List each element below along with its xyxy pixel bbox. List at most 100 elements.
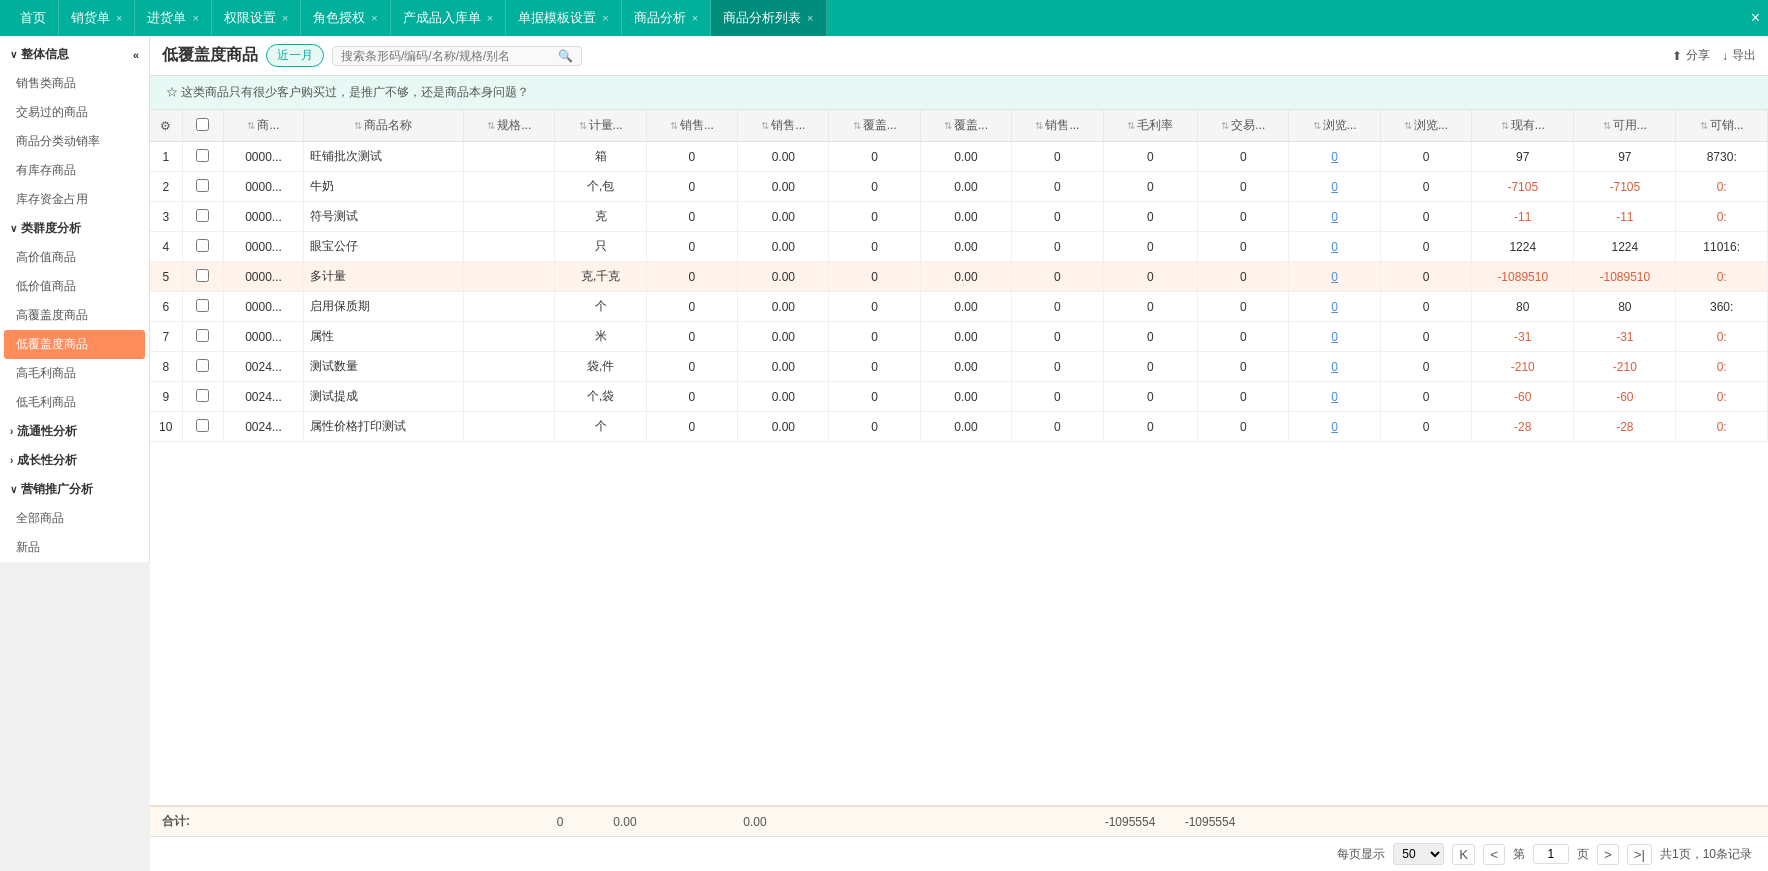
coverage2-column-header[interactable]: ⇅覆盖... [920,110,1011,142]
unit-column-header[interactable]: ⇅计量... [555,110,646,142]
search-icon[interactable]: 🔍 [558,49,573,63]
close-roles-icon[interactable]: × [371,12,377,24]
browse2-column-header[interactable]: ⇅浏览... [1380,110,1471,142]
row-gross-margin: 0 [1103,322,1198,352]
sidebar-item-low-value[interactable]: 低价值商品 [0,272,149,301]
row-checkbox[interactable] [182,232,224,262]
row-checkbox[interactable] [182,262,224,292]
saleable-column-header[interactable]: ⇅可销... [1676,110,1768,142]
row-coverage2: 0.00 [920,262,1011,292]
nav-tab-finished-goods[interactable]: 产成品入库单 × [391,0,506,36]
row-coverage2: 0.00 [920,352,1011,382]
row-checkbox[interactable] [182,412,224,442]
current-stock-column-header[interactable]: ⇅现有... [1472,110,1574,142]
row-browse1[interactable]: 0 [1289,382,1380,412]
sidebar-item-sales-goods[interactable]: 销售类商品 [0,69,149,98]
row-checkbox[interactable] [182,172,224,202]
sidebar-item-low-margin[interactable]: 低毛利商品 [0,388,149,417]
row-browse1[interactable]: 0 [1289,352,1380,382]
nav-tab-analysis[interactable]: 商品分析 × [622,0,711,36]
row-browse1[interactable]: 0 [1289,322,1380,352]
close-analysis-icon[interactable]: × [692,12,698,24]
search-input[interactable] [341,49,558,63]
row-browse1[interactable]: 0 [1289,412,1380,442]
close-analysis-list-icon[interactable]: × [807,12,813,24]
page-size-select[interactable]: 50 100 200 [1393,843,1444,865]
sales-qty-column-header[interactable]: ⇅销售... [646,110,737,142]
prev-page-button[interactable]: < [1483,844,1505,865]
sales3-column-header[interactable]: ⇅销售... [1012,110,1103,142]
nav-tab-home[interactable]: 首页 [8,0,59,36]
page-number-input[interactable] [1533,844,1569,864]
name-column-header[interactable]: ⇅商品名称 [303,110,463,142]
row-saleable: 0: [1676,352,1768,382]
data-table-container[interactable]: ⚙ ⇅商... ⇅商品名称 ⇅规格... ⇅计量... ⇅销售... ⇅销售..… [150,110,1768,805]
nav-tab-template[interactable]: 单据模板设置 × [506,0,621,36]
close-template-icon[interactable]: × [602,12,608,24]
last-page-button[interactable]: >| [1627,844,1652,865]
row-browse1[interactable]: 0 [1289,232,1380,262]
close-all-tabs-button[interactable]: × [1751,9,1760,27]
nav-tab-roles[interactable]: 角色授权 × [301,0,390,36]
row-browse1[interactable]: 0 [1289,142,1380,172]
coverage1-column-header[interactable]: ⇅覆盖... [829,110,920,142]
trade-column-header[interactable]: ⇅交易... [1198,110,1289,142]
row-sales-qty: 0 [646,172,737,202]
close-purchase-icon[interactable]: × [192,12,198,24]
checkbox-column-header[interactable] [182,110,224,142]
gross-margin-column-header[interactable]: ⇅毛利率 [1103,110,1198,142]
browse1-column-header[interactable]: ⇅浏览... [1289,110,1380,142]
sidebar-item-high-value[interactable]: 高价值商品 [0,243,149,272]
next-page-button[interactable]: > [1597,844,1619,865]
row-code: 0024... [224,412,304,442]
select-all-checkbox[interactable] [196,118,209,131]
sidebar-item-new-goods[interactable]: 新品 [0,533,149,562]
row-browse1[interactable]: 0 [1289,172,1380,202]
row-available: -1089510 [1574,262,1676,292]
close-finished-goods-icon[interactable]: × [487,12,493,24]
sidebar-group-cluster[interactable]: ∨ 类群度分析 [0,214,149,243]
sidebar-group-growth[interactable]: › 成长性分析 [0,446,149,475]
sidebar-group-marketing[interactable]: ∨ 营销推广分析 [0,475,149,504]
row-sales-qty: 0 [646,382,737,412]
nav-tab-permissions[interactable]: 权限设置 × [212,0,301,36]
collapse-sidebar-icon[interactable]: « [133,49,139,61]
row-browse1[interactable]: 0 [1289,202,1380,232]
row-sales3: 0 [1012,232,1103,262]
sidebar-item-stock-capital[interactable]: 库存资金占用 [0,185,149,214]
sidebar-item-in-stock[interactable]: 有库存商品 [0,156,149,185]
close-permissions-icon[interactable]: × [282,12,288,24]
export-button[interactable]: ↓ 导出 [1722,47,1756,64]
row-checkbox[interactable] [182,142,224,172]
row-browse1[interactable]: 0 [1289,292,1380,322]
nav-tab-sales[interactable]: 销货单 × [59,0,135,36]
available-column-header[interactable]: ⇅可用... [1574,110,1676,142]
row-checkbox[interactable] [182,322,224,352]
period-button[interactable]: 近一月 [266,44,324,67]
first-page-button[interactable]: K [1452,844,1475,865]
code-column-header[interactable]: ⇅商... [224,110,304,142]
spec-column-header[interactable]: ⇅规格... [464,110,555,142]
row-checkbox[interactable] [182,292,224,322]
sidebar-item-all-goods[interactable]: 全部商品 [0,504,149,533]
sidebar-item-category-rate[interactable]: 商品分类动销率 [0,127,149,156]
sidebar-item-low-coverage[interactable]: 低覆盖度商品 [4,330,145,359]
sidebar-item-traded-goods[interactable]: 交易过的商品 [0,98,149,127]
sidebar-item-high-coverage[interactable]: 高覆盖度商品 [0,301,149,330]
nav-tab-analysis-list[interactable]: 商品分析列表 × [711,0,826,36]
sidebar-group-liquidity[interactable]: › 流通性分析 [0,417,149,446]
sidebar-item-high-margin[interactable]: 高毛利商品 [0,359,149,388]
nav-tab-purchase[interactable]: 进货单 × [135,0,211,36]
row-spec [464,352,555,382]
row-checkbox[interactable] [182,202,224,232]
row-checkbox[interactable] [182,382,224,412]
row-browse1[interactable]: 0 [1289,262,1380,292]
sidebar-group-overall[interactable]: ∨ 整体信息 « [0,40,149,69]
total-label: 合计: [162,813,190,830]
sales-amt-column-header[interactable]: ⇅销售... [738,110,829,142]
share-button[interactable]: ⬆ 分享 [1672,47,1710,64]
settings-column-header[interactable]: ⚙ [150,110,182,142]
close-sales-icon[interactable]: × [116,12,122,24]
row-checkbox[interactable] [182,352,224,382]
row-name: 属性价格打印测试 [303,412,463,442]
